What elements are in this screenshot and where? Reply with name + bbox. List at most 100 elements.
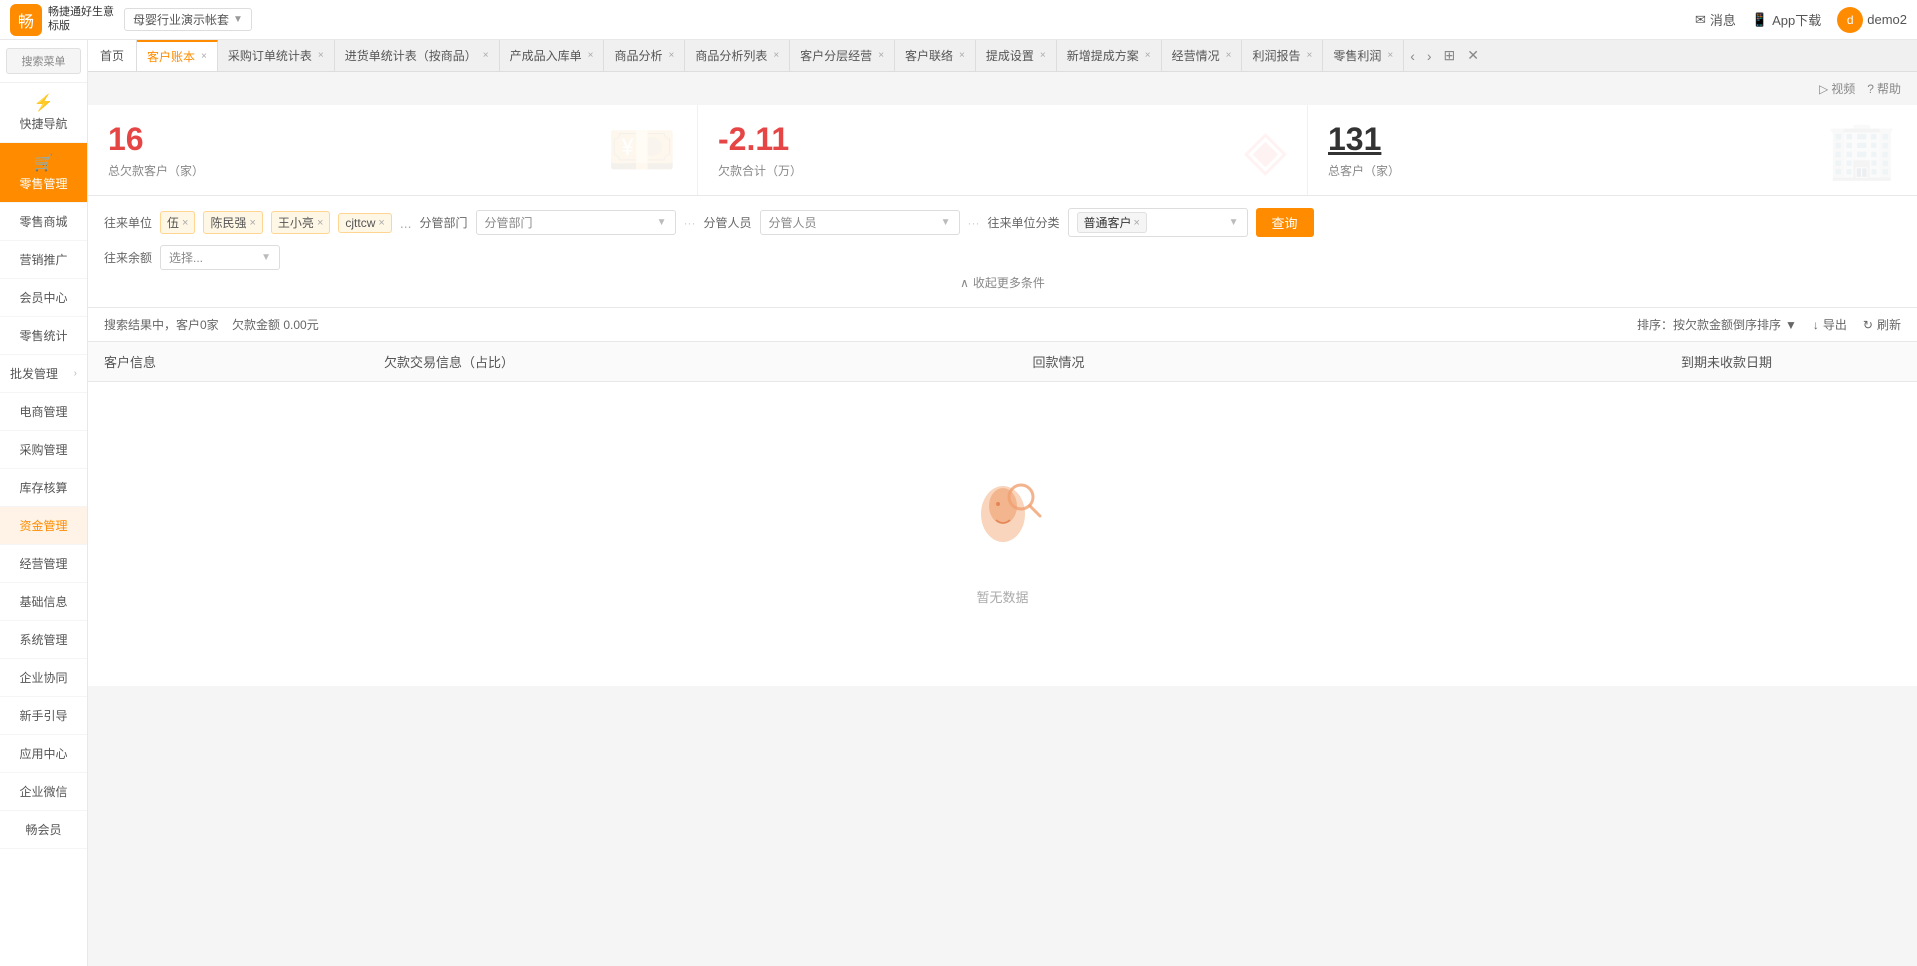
sidebar-item-marketing[interactable]: 营销推广: [0, 241, 87, 279]
sidebar-item-enterprise-coop[interactable]: 企业协同: [0, 659, 87, 697]
tab-close-customer-tier[interactable]: ×: [878, 50, 884, 61]
stat-value-credit-amount: -2.11: [718, 121, 802, 158]
result-credit-amount: 欠款金额 0.00元: [232, 318, 319, 332]
dept-dropdown[interactable]: 分管部门 ▼: [476, 210, 676, 235]
filter-tag-chen-close[interactable]: ×: [249, 217, 255, 229]
tab-product-analysis-list[interactable]: 商品分析列表 ×: [685, 40, 790, 71]
query-btn[interactable]: 查询: [1256, 208, 1314, 237]
sidebar-item-app-center[interactable]: 应用中心: [0, 735, 87, 773]
filter-tag-wu-close[interactable]: ×: [182, 217, 188, 229]
stat-label-total-customers: 总客户（家）: [1328, 162, 1400, 179]
video-label: 视频: [1831, 80, 1855, 97]
tab-retail-profit-label: 零售利润: [1333, 47, 1381, 64]
tab-close-all-btn[interactable]: ✕: [1461, 40, 1485, 71]
sidebar-item-new-guide[interactable]: 新手引导: [0, 697, 87, 735]
sidebar-item-ecommerce[interactable]: 电商管理: [0, 393, 87, 431]
filter-tag-cjttcw-text: cjttcw: [345, 216, 375, 230]
tab-close-customer-contact[interactable]: ×: [959, 50, 965, 61]
tab-close-new-raise-plan[interactable]: ×: [1145, 50, 1151, 61]
tab-close-customer-accounts[interactable]: ×: [201, 51, 207, 62]
filter-tag-cjttcw-close[interactable]: ×: [378, 217, 384, 229]
tab-close-purchase-order-stats[interactable]: ×: [318, 50, 324, 61]
collapse-label: 收起更多条件: [973, 274, 1045, 291]
logo-icon: 畅: [10, 4, 42, 36]
dept-more-dots: ···: [684, 216, 696, 230]
sort-select[interactable]: 排序：按欠款金额倒序排序 ▼: [1637, 316, 1797, 333]
filter-more-units[interactable]: ...: [400, 215, 412, 231]
sidebar-search-area: 搜索菜单: [0, 40, 87, 83]
sidebar-item-retail-stats[interactable]: 零售统计: [0, 317, 87, 355]
tab-raise-settings[interactable]: 提成设置 ×: [976, 40, 1057, 71]
unit-type-tag-close[interactable]: ×: [1134, 217, 1140, 229]
tab-retail-profit[interactable]: 零售利润 ×: [1323, 40, 1404, 71]
tab-customer-contact[interactable]: 客户联络 ×: [895, 40, 976, 71]
user-menu[interactable]: d demo2: [1837, 7, 1907, 33]
help-btn[interactable]: ? 帮助: [1867, 80, 1901, 97]
tab-inbound-stats[interactable]: 进货单统计表（按商品） ×: [335, 40, 500, 71]
tab-close-product-analysis-list[interactable]: ×: [773, 50, 779, 61]
tab-profit-report[interactable]: 利润报告 ×: [1242, 40, 1323, 71]
export-btn[interactable]: ↓ 导出: [1813, 316, 1847, 333]
sidebar-item-inventory[interactable]: 库存核算: [0, 469, 87, 507]
tab-customer-tier[interactable]: 客户分层经营 ×: [790, 40, 895, 71]
tab-purchase-order-stats[interactable]: 采购订单统计表 ×: [218, 40, 335, 71]
empty-icon: [958, 462, 1048, 571]
tab-ops-status[interactable]: 经营情况 ×: [1162, 40, 1243, 71]
collapse-btn[interactable]: ∧ 收起更多条件: [960, 274, 1045, 291]
tab-close-product-analysis[interactable]: ×: [668, 50, 674, 61]
stat-info-credit-customers: 16 总欠款客户（家）: [108, 121, 204, 179]
tab-next-btn[interactable]: ›: [1421, 40, 1438, 71]
sidebar-item-purchase[interactable]: 采购管理: [0, 431, 87, 469]
app-download-btn[interactable]: 📱 App下载: [1752, 10, 1821, 29]
tab-expand-btn[interactable]: ⊞: [1438, 40, 1462, 71]
sidebar-item-operations[interactable]: 经营管理: [0, 545, 87, 583]
person-dropdown[interactable]: 分管人员 ▼: [760, 210, 960, 235]
balance-filter-label: 往来余额: [104, 249, 152, 266]
tab-product-inbound[interactable]: 产成品入库单 ×: [500, 40, 605, 71]
sidebar-item-vip[interactable]: 畅会员: [0, 811, 87, 849]
content-area: ▷ 视频 ? 帮助 💴 16 总欠款客户（家）: [88, 72, 1917, 966]
quick-nav-label: 快捷导航: [19, 115, 67, 132]
tab-new-raise-plan[interactable]: 新增提成方案 ×: [1057, 40, 1162, 71]
tab-close-ops-status[interactable]: ×: [1226, 50, 1232, 61]
tab-close-inbound-stats[interactable]: ×: [483, 50, 489, 61]
result-actions: 排序：按欠款金额倒序排序 ▼ ↓ 导出 ↻ 刷新: [1637, 316, 1901, 333]
sidebar-item-retail-mgmt[interactable]: 🛒 零售管理: [0, 143, 87, 203]
company-select[interactable]: 母婴行业演示帐套 ▼: [124, 8, 252, 31]
sidebar-item-system[interactable]: 系统管理: [0, 621, 87, 659]
sidebar-item-retail-mall[interactable]: 零售商城: [0, 203, 87, 241]
filter-tag-wang-close[interactable]: ×: [317, 217, 323, 229]
sidebar-item-finance[interactable]: 资金管理: [0, 507, 87, 545]
tab-close-profit-report[interactable]: ×: [1306, 50, 1312, 61]
tab-bar: 首页 客户账本 × 采购订单统计表 × 进货单统计表（按商品） × 产成品入库单…: [88, 40, 1917, 72]
collapse-row: ∧ 收起更多条件: [104, 270, 1901, 295]
stat-card-credit-amount: ◈ -2.11 欠款合计（万）: [698, 105, 1308, 195]
message-btn[interactable]: ✉ 消息: [1695, 10, 1736, 29]
finance-label: 资金管理: [19, 517, 67, 534]
person-more-dots: ···: [968, 216, 980, 230]
unit-type-select[interactable]: 普通客户 × ▼: [1068, 208, 1248, 237]
stat-value-total-customers[interactable]: 131: [1328, 121, 1400, 158]
balance-dropdown[interactable]: 选择... ▼: [160, 245, 280, 270]
dept-filter-label: 分管部门: [419, 214, 467, 231]
sidebar-item-member[interactable]: 会员中心: [0, 279, 87, 317]
search-menu-btn[interactable]: 搜索菜单: [6, 48, 81, 74]
empty-text: 暂无数据: [976, 587, 1028, 606]
video-help-btn[interactable]: ▷ 视频: [1819, 80, 1855, 97]
tab-prev-btn[interactable]: ‹: [1404, 40, 1421, 71]
tab-customer-accounts[interactable]: 客户账本 ×: [137, 40, 218, 71]
sidebar-item-quick-nav[interactable]: ⚡ 快捷导航: [0, 83, 87, 143]
retail-stats-label: 零售统计: [19, 327, 67, 344]
tab-close-retail-profit[interactable]: ×: [1387, 50, 1393, 61]
tab-home[interactable]: 首页: [88, 40, 137, 71]
tab-close-product-inbound[interactable]: ×: [588, 50, 594, 61]
refresh-btn[interactable]: ↻ 刷新: [1863, 316, 1901, 333]
sidebar-item-enterprise-wechat[interactable]: 企业微信: [0, 773, 87, 811]
tab-product-analysis[interactable]: 商品分析 ×: [604, 40, 685, 71]
sidebar-item-wholesale[interactable]: 批发管理 ›: [0, 355, 87, 393]
topbar-right: ✉ 消息 📱 App下载 d demo2: [1695, 7, 1907, 33]
tab-close-raise-settings[interactable]: ×: [1040, 50, 1046, 61]
tab-raise-settings-label: 提成设置: [986, 47, 1034, 64]
sidebar-item-basic-info[interactable]: 基础信息: [0, 583, 87, 621]
table-header: 客户信息 欠款交易信息（占比） 回款情况 到期未收款日期: [88, 342, 1917, 382]
